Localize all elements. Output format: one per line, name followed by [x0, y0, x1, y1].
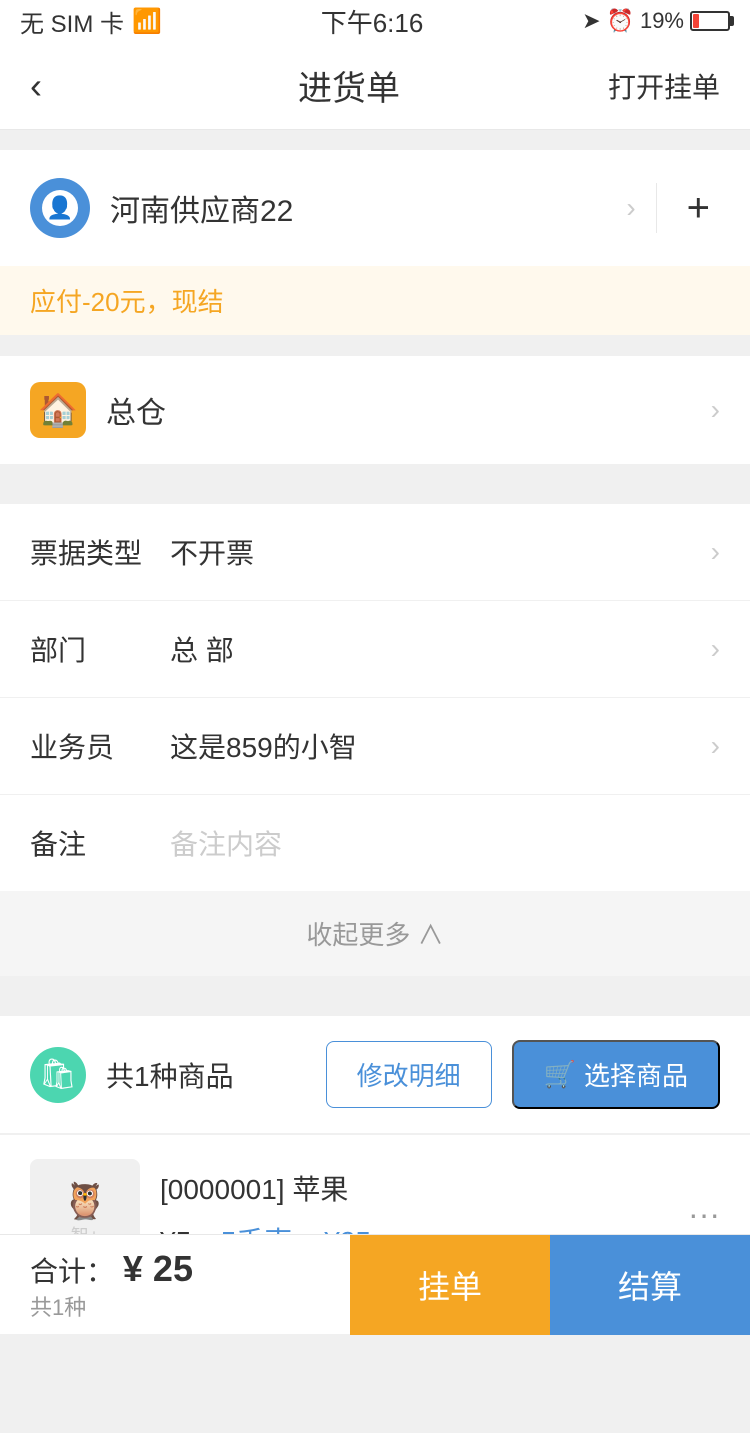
supplier-card: 👤 河南供应商22 › + 应付-20元，现结 [0, 150, 750, 335]
total-count: 共1种 [30, 1290, 320, 1322]
section-gap-1 [0, 130, 750, 150]
department-label: 部门 [30, 629, 150, 669]
remark-input[interactable]: 备注内容 [170, 823, 720, 863]
wifi-icon: 📶 [132, 7, 162, 36]
supplier-name: 河南供应商22 [110, 186, 626, 230]
total-label: 合计： [30, 1256, 114, 1287]
bottom-bar: 合计： ¥ 25 共1种 挂单 结算 [0, 1234, 750, 1334]
department-row[interactable]: 部门 总 部 › [0, 601, 750, 698]
warehouse-name: 总仓 [106, 388, 711, 432]
checkout-button[interactable]: 结算 [550, 1235, 750, 1335]
signal-text: 无 SIM 卡 [20, 4, 124, 39]
product-title: 苹果 [292, 1174, 348, 1205]
warehouse-row[interactable]: 🏠 总仓 › [0, 355, 750, 464]
status-time: 下午6:16 [321, 3, 424, 40]
total-amount: 合计： ¥ 25 [30, 1248, 320, 1290]
status-bar: 无 SIM 卡 📶 下午6:16 ➤ ⏰ 19% [0, 0, 750, 42]
product-id: [0000001] [160, 1174, 285, 1205]
ticket-type-chevron-icon: › [711, 536, 720, 568]
section-gap-2 [0, 335, 750, 355]
section-gap-4 [0, 976, 750, 996]
remark-row[interactable]: 备注 备注内容 [0, 795, 750, 891]
total-section: 合计： ¥ 25 共1种 [0, 1248, 350, 1322]
products-count: 共1种商品 [106, 1055, 306, 1095]
add-supplier-button[interactable]: + [677, 186, 720, 231]
sales-person-label: 业务员 [30, 726, 150, 766]
select-product-label: 选择商品 [584, 1056, 688, 1093]
sales-person-value: 这是859的小智 [170, 726, 711, 766]
products-header: 🛍 共1种商品 修改明细 🛒 选择商品 [0, 1016, 750, 1133]
divider [656, 183, 657, 233]
warehouse-icon: 🏠 [30, 382, 86, 438]
alarm-icon: ⏰ [607, 8, 634, 34]
product-more-button[interactable]: ··· [688, 1196, 720, 1233]
battery-icon [690, 11, 730, 31]
status-right: ➤ ⏰ 19% [582, 8, 730, 34]
home-icon: 🏠 [38, 391, 78, 429]
person-icon: 👤 [46, 195, 73, 221]
status-left: 无 SIM 卡 📶 [20, 4, 162, 39]
ticket-type-row[interactable]: 票据类型 不开票 › [0, 504, 750, 601]
warehouse-card: 🏠 总仓 › [0, 355, 750, 464]
sales-person-row[interactable]: 业务员 这是859的小智 › [0, 698, 750, 795]
hang-button[interactable]: 挂单 [350, 1235, 550, 1335]
supplier-avatar-inner: 👤 [42, 190, 78, 226]
page-title: 进货单 [298, 61, 400, 110]
ticket-type-value: 不开票 [170, 532, 711, 572]
product-name: [0000001] 苹果 [160, 1168, 668, 1208]
ticket-type-label: 票据类型 [30, 532, 150, 572]
collapse-button[interactable]: 收起更多 ∧ [0, 891, 750, 976]
owl-icon: 🦉 [63, 1180, 108, 1222]
form-section: 票据类型 不开票 › 部门 总 部 › 业务员 这是859的小智 › 备注 备注… [0, 484, 750, 891]
department-chevron-icon: › [711, 633, 720, 665]
section-gap-3 [0, 484, 750, 504]
back-button[interactable]: ‹ [30, 65, 90, 107]
remark-label: 备注 [30, 823, 150, 863]
battery-percent: 19% [640, 8, 684, 34]
warehouse-chevron-icon: › [711, 394, 720, 426]
shopping-bag-icon: 🛍 [39, 1057, 77, 1092]
supplier-avatar: 👤 [30, 178, 90, 238]
open-hang-button[interactable]: 打开挂单 [608, 66, 720, 106]
products-icon: 🛍 [30, 1047, 86, 1103]
select-product-icon: 🛒 [544, 1059, 576, 1090]
sales-person-chevron-icon: › [711, 730, 720, 762]
nav-bar: ‹ 进货单 打开挂单 [0, 42, 750, 130]
department-value: 总 部 [170, 629, 711, 669]
supplier-row[interactable]: 👤 河南供应商22 › + [0, 150, 750, 266]
edit-detail-button[interactable]: 修改明细 [326, 1041, 492, 1108]
location-icon: ➤ [582, 8, 600, 34]
total-value: ¥ 25 [123, 1248, 193, 1289]
select-product-button[interactable]: 🛒 选择商品 [512, 1040, 720, 1109]
supplier-chevron-icon: › [626, 192, 635, 224]
supplier-notice: 应付-20元，现结 [0, 266, 750, 335]
